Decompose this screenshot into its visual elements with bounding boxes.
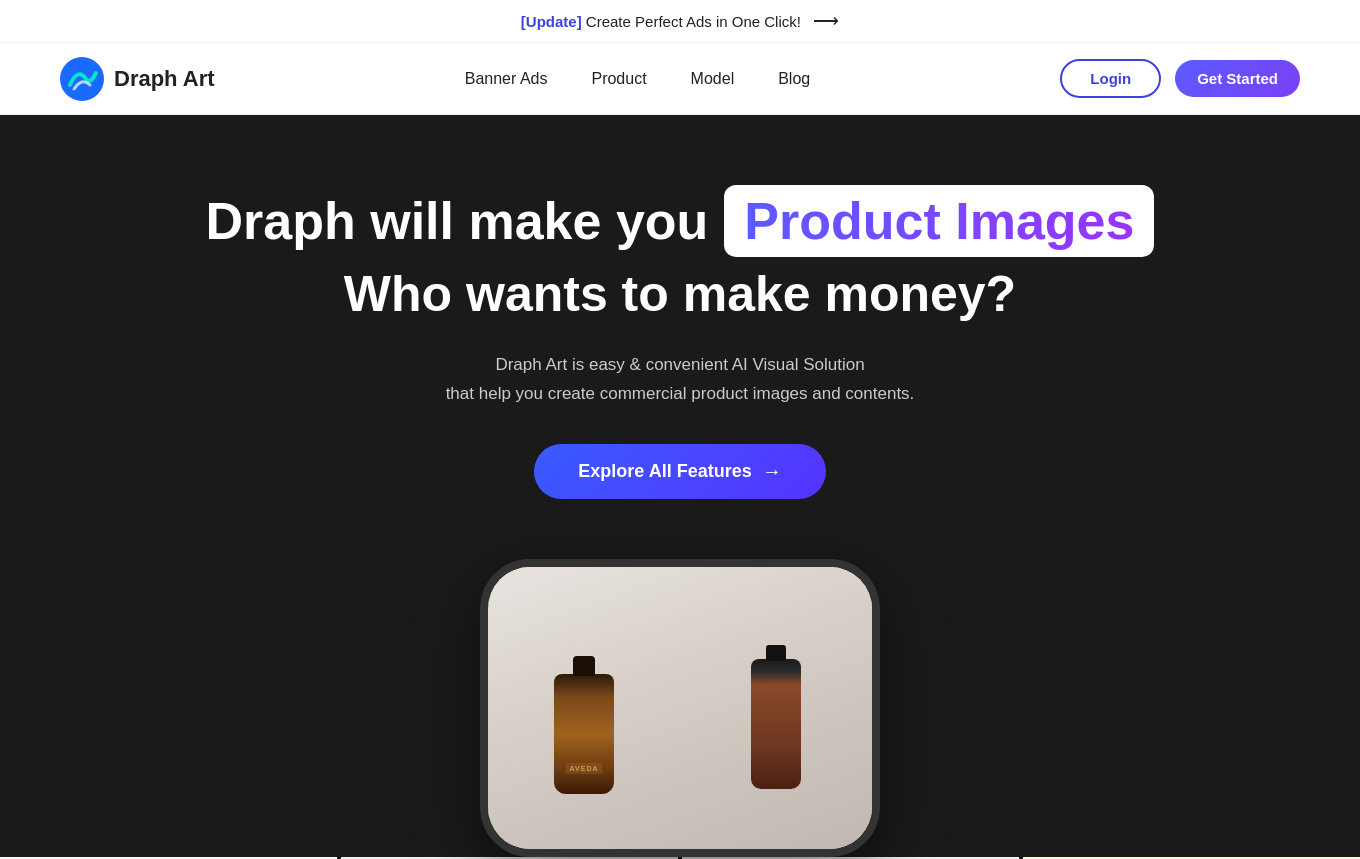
get-started-button[interactable]: Get Started <box>1175 60 1300 97</box>
announcement-link[interactable]: [Update] <box>521 13 586 30</box>
svg-point-0 <box>60 57 104 101</box>
phone-image-right <box>680 599 872 849</box>
update-label: [Update] <box>521 13 582 30</box>
nav-banner-ads[interactable]: Banner Ads <box>465 70 548 88</box>
hero-title-line2: Who wants to make money? <box>20 265 1340 323</box>
phone-content <box>488 599 872 849</box>
explore-label: Explore All Features <box>578 461 751 482</box>
explore-arrow: → <box>762 460 782 483</box>
explore-button[interactable]: Explore All Features → <box>534 444 825 499</box>
phone-mockup: 9:41 📶 <box>480 559 880 857</box>
hero-subtitle1: Draph Art is easy & convenient AI Visual… <box>20 351 1340 378</box>
hero-highlight-box: Product Images <box>724 185 1154 257</box>
phone-wrapper: 9:41 📶 <box>20 559 1340 857</box>
nav-actions: Login Get Started <box>1060 59 1300 98</box>
nav-model[interactable]: Model <box>691 70 735 88</box>
main-nav: Banner Ads Product Model Blog <box>465 70 810 88</box>
announcement-bar: [Update] Create Perfect Ads in One Click… <box>0 0 1360 43</box>
header: Draph Art Banner Ads Product Model Blog … <box>0 43 1360 115</box>
announcement-arrow: ⟶ <box>813 10 839 32</box>
logo-link[interactable]: Draph Art <box>60 57 215 101</box>
hero-subtitle2: that help you create commercial product … <box>20 384 1340 404</box>
logo-icon <box>60 57 104 101</box>
announcement-message: Create Perfect Ads in One Click! <box>586 13 801 30</box>
hero-section: Draph will make you Product Images Who w… <box>0 115 1360 857</box>
hero-title-line1: Draph will make you Product Images <box>20 185 1340 257</box>
logo-text: Draph Art <box>114 66 215 92</box>
nav-product[interactable]: Product <box>591 70 646 88</box>
login-button[interactable]: Login <box>1060 59 1161 98</box>
hero-prefix: Draph will make you <box>206 191 709 251</box>
hero-highlight-text: Product Images <box>744 192 1134 250</box>
amber-bottle <box>554 674 614 794</box>
nav-blog[interactable]: Blog <box>778 70 810 88</box>
shampoo-bottle <box>751 659 801 789</box>
